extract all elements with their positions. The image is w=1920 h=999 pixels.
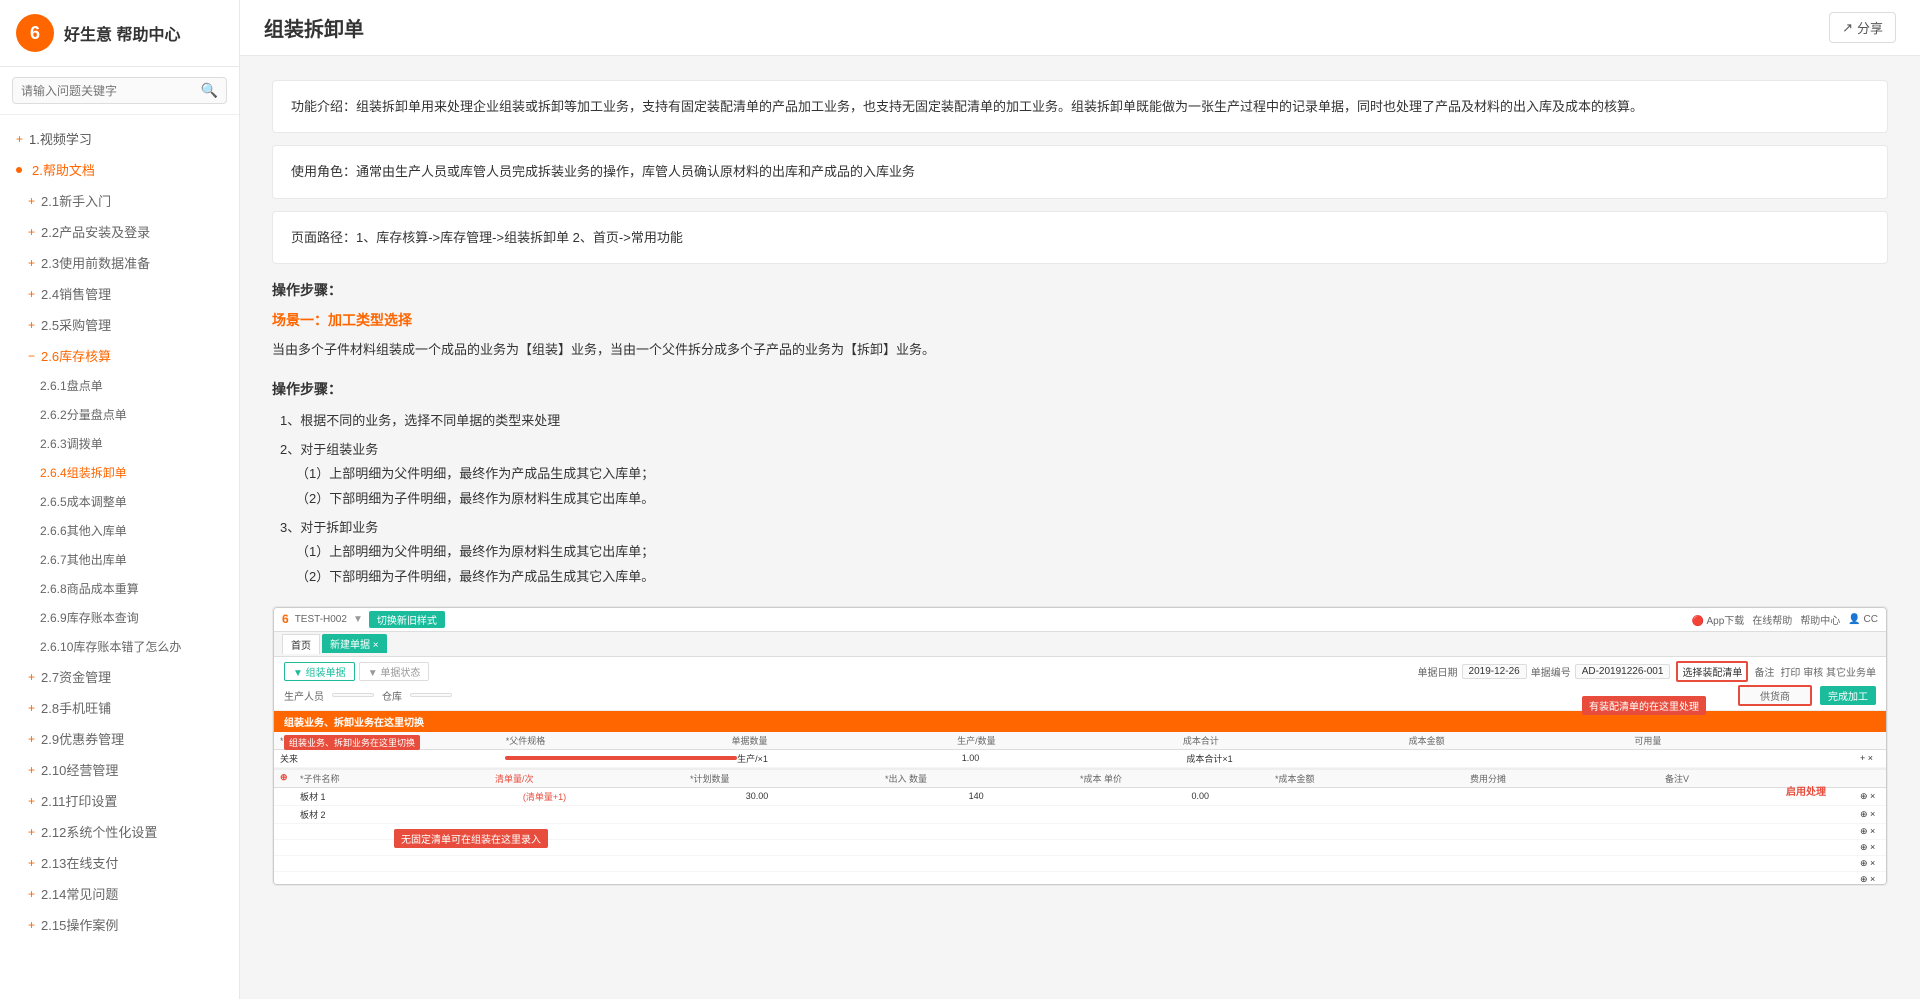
search-icon[interactable]: 🔍: [201, 82, 218, 99]
plus-icon-v25: +: [28, 318, 35, 332]
minus-icon-v26: −: [28, 349, 35, 363]
sidebar-item-v25[interactable]: + 2.5采购管理: [0, 309, 239, 340]
scene1-desc: 当由多个子件材料组装成一个成品的业务为【组装】业务，当由一个父件拆分成多个子产品…: [272, 338, 1888, 363]
plus-icon-v214: +: [28, 887, 35, 901]
plus-icon-v211: +: [28, 794, 35, 808]
sidebar-item-v266[interactable]: 2.6.6其他入库单: [0, 516, 239, 545]
step1: 1、根据不同的业务，选择不同单据的类型来处理: [280, 409, 1888, 434]
step3: 3、对于拆卸业务: [280, 516, 1888, 541]
share-button[interactable]: ↗ 分享: [1829, 12, 1896, 43]
dot-icon-v2: [16, 167, 22, 173]
share-icon: ↗: [1842, 20, 1853, 36]
topbar: 组装拆卸单 ↗ 分享: [240, 0, 1920, 56]
search-input[interactable]: [21, 84, 201, 98]
step2: 2、对于组装业务: [280, 438, 1888, 463]
step2-2: （2）下部明细为子件明细，最终作为原材料生成其它出库单。: [296, 487, 1888, 512]
sidebar-item-v262[interactable]: 2.6.2分量盘点单: [0, 400, 239, 429]
sidebar-item-v21[interactable]: + 2.1新手入门: [0, 185, 239, 216]
annotation-1: 有装配清单的在这里处理: [1582, 696, 1706, 715]
role-block: 使用角色：通常由生产人员或库管人员完成拆装业务的操作，库管人员确认原材料的出库和…: [272, 145, 1888, 198]
sidebar-item-v2610[interactable]: 2.6.10库存账本错了怎么办: [0, 632, 239, 661]
sidebar-item-v213[interactable]: + 2.13在线支付: [0, 847, 239, 878]
intro-block: 功能介绍：组装拆卸单用来处理企业组装或拆卸等加工业务，支持有固定装配清单的产品加…: [272, 80, 1888, 133]
sidebar-item-v26[interactable]: − 2.6库存核算: [0, 340, 239, 371]
sidebar-item-v27[interactable]: + 2.7资金管理: [0, 661, 239, 692]
sidebar-item-v2[interactable]: 2.帮助文档: [0, 154, 239, 185]
sidebar-item-v264[interactable]: 2.6.4组装拆卸单: [0, 458, 239, 487]
plus-icon-v23: +: [28, 256, 35, 270]
logo-icon: 6: [16, 14, 54, 52]
sidebar-item-v22[interactable]: + 2.2产品安装及登录: [0, 216, 239, 247]
plus-icon-v210: +: [28, 763, 35, 777]
sidebar-item-v261[interactable]: 2.6.1盘点单: [0, 371, 239, 400]
path-block: 页面路径：1、库存核算->库存管理->组装拆卸单 2、首页->常用功能: [272, 211, 1888, 264]
sidebar-item-v28[interactable]: + 2.8手机旺铺: [0, 692, 239, 723]
role-text: 使用角色：通常由生产人员或库管人员完成拆装业务的操作，库管人员确认原材料的出库和…: [291, 164, 915, 179]
sidebar-item-v269[interactable]: 2.6.9库存账本查询: [0, 603, 239, 632]
sidebar-item-v263[interactable]: 2.6.3调拨单: [0, 429, 239, 458]
plus-icon-v21: +: [28, 194, 35, 208]
step2-1: （1）上部明细为父件明细，最终作为产成品生成其它入库单；: [296, 462, 1888, 487]
logo-text: 好生意 帮助中心: [64, 21, 180, 45]
annotation-4: 无固定清单可在组装在这里录入: [394, 829, 548, 848]
sidebar-item-v212[interactable]: + 2.12系统个性化设置: [0, 816, 239, 847]
main-panel: 组装拆卸单 ↗ 分享 功能介绍：组装拆卸单用来处理企业组装或拆卸等加工业务，支持…: [240, 0, 1920, 999]
path-text: 页面路径：1、库存核算->库存管理->组装拆卸单 2、首页->常用功能: [291, 230, 683, 245]
logo-area: 6 好生意 帮助中心: [0, 0, 239, 67]
page-title: 组装拆卸单: [264, 13, 364, 42]
sidebar-item-v215[interactable]: + 2.15操作案例: [0, 909, 239, 940]
steps-block: 1、根据不同的业务，选择不同单据的类型来处理 2、对于组装业务 （1）上部明细为…: [272, 409, 1888, 590]
plus-icon-v29: +: [28, 732, 35, 746]
plus-icon-v27: +: [28, 670, 35, 684]
ops-title: 操作步骤：: [272, 280, 1888, 300]
annotation-2: 组装业务、拆卸业务在这里切换: [284, 735, 420, 750]
sidebar-item-v210[interactable]: + 2.10经营管理: [0, 754, 239, 785]
screenshot-container: 6 TEST-H002 ▼ 切换新旧样式 🔴 App下载 在线帮助 帮助中心 👤…: [272, 606, 1888, 886]
sidebar-item-v211[interactable]: + 2.11打印设置: [0, 785, 239, 816]
plus-icon-v24: +: [28, 287, 35, 301]
intro-text: 功能介绍：组装拆卸单用来处理企业组装或拆卸等加工业务，支持有固定装配清单的产品加…: [291, 99, 1643, 114]
step3-2: （2）下部明细为子件明细，最终作为产成品生成其它入库单。: [296, 565, 1888, 590]
plus-icon-v212: +: [28, 825, 35, 839]
ops-title2: 操作步骤：: [272, 379, 1888, 399]
sidebar-item-v267[interactable]: 2.6.7其他出库单: [0, 545, 239, 574]
search-input-wrap[interactable]: 🔍: [12, 77, 227, 104]
sidebar-item-v214[interactable]: + 2.14常见问题: [0, 878, 239, 909]
step3-1: （1）上部明细为父件明细，最终作为原材料生成其它出库单；: [296, 540, 1888, 565]
search-box: 🔍: [0, 67, 239, 115]
sidebar-item-v23[interactable]: + 2.3使用前数据准备: [0, 247, 239, 278]
scene1-title: 场景一：加工类型选择: [272, 310, 1888, 330]
nav-tree: + 1.视频学习 2.帮助文档 + 2.1新手入门 + 2.2产品安装及登录 +…: [0, 115, 239, 999]
sidebar-item-v24[interactable]: + 2.4销售管理: [0, 278, 239, 309]
sidebar-item-v268[interactable]: 2.6.8商品成本重算: [0, 574, 239, 603]
sidebar-item-v265[interactable]: 2.6.5成本调整单: [0, 487, 239, 516]
plus-icon-v215: +: [28, 918, 35, 932]
plus-icon-v28: +: [28, 701, 35, 715]
annotation-3-label: 启用处理: [1786, 783, 1826, 798]
plus-icon-v1: +: [16, 132, 23, 146]
sidebar-item-v1[interactable]: + 1.视频学习: [0, 123, 239, 154]
app-mock: 6 TEST-H002 ▼ 切换新旧样式 🔴 App下载 在线帮助 帮助中心 👤…: [273, 607, 1887, 885]
plus-icon-v22: +: [28, 225, 35, 239]
sidebar: 6 好生意 帮助中心 🔍 + 1.视频学习 2.帮助文档 + 2.1新手入门 +…: [0, 0, 240, 999]
sidebar-item-v29[interactable]: + 2.9优惠券管理: [0, 723, 239, 754]
content-area: 功能介绍：组装拆卸单用来处理企业组装或拆卸等加工业务，支持有固定装配清单的产品加…: [240, 56, 1920, 999]
plus-icon-v213: +: [28, 856, 35, 870]
